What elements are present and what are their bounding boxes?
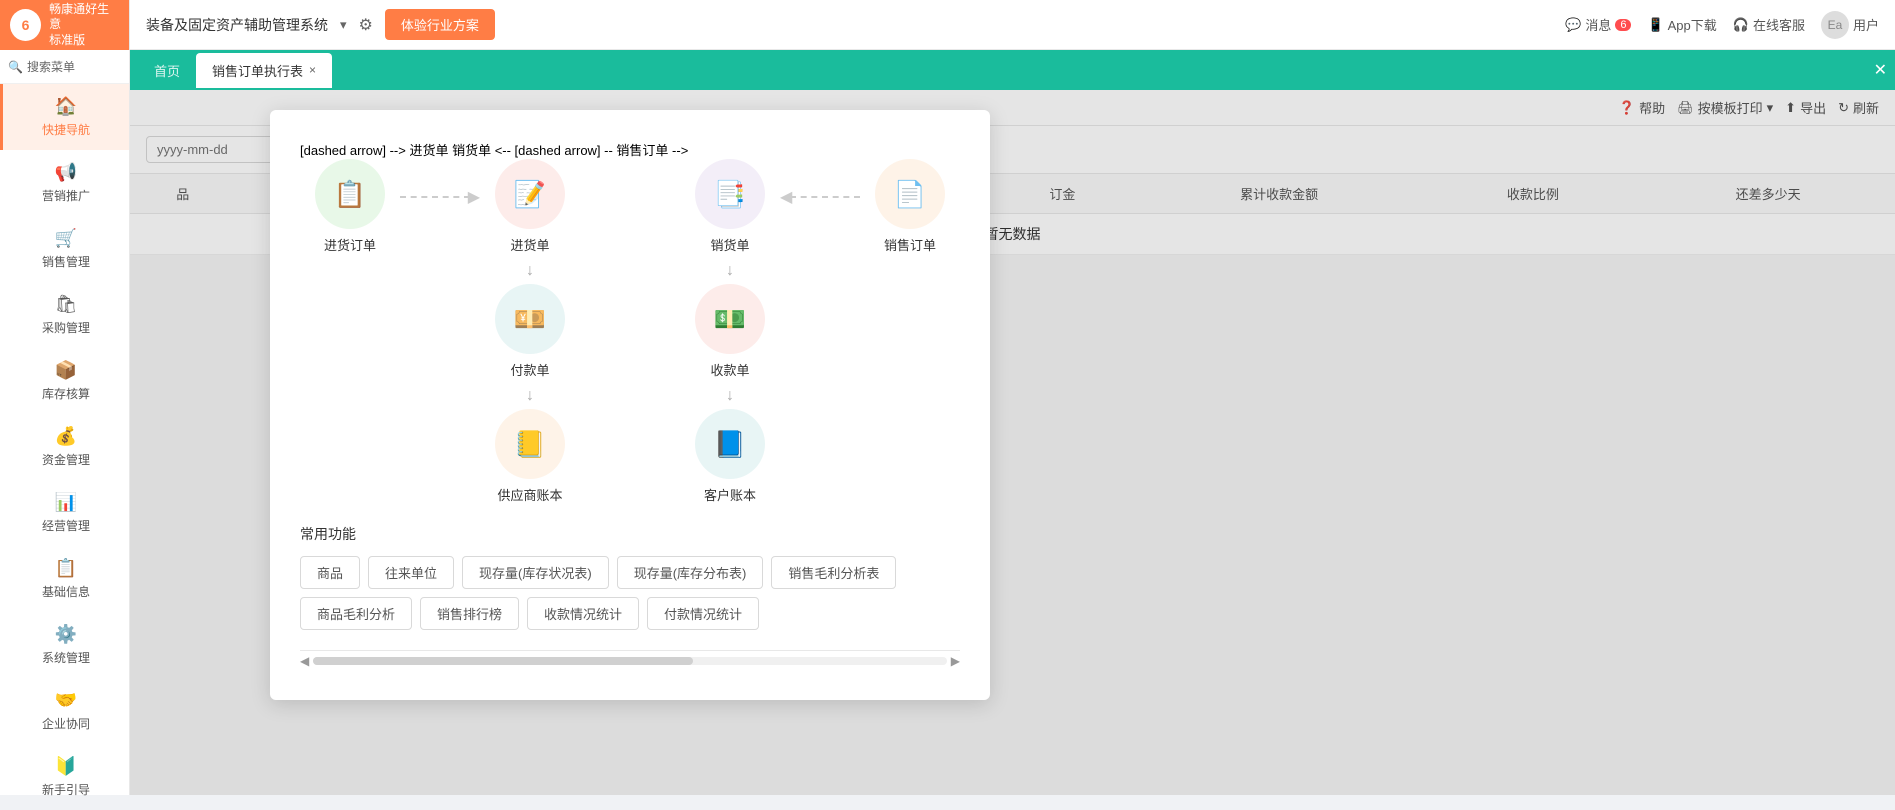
supplier-ledger-label: 供应商账本 xyxy=(497,485,562,504)
sidebar-item-operations[interactable]: 📊 经营管理 xyxy=(0,480,129,546)
flow-section: [dashed arrow] --> 进货单 销货单 <-- [dashed a… xyxy=(300,140,960,504)
payment-circle[interactable]: 💴 xyxy=(495,284,565,354)
sidebar: 6 畅康通好生意 标准版 🔍 搜索菜单 🏠 快捷导航 📢 营销推广 🛒 销售管理… xyxy=(0,0,130,795)
user-item[interactable]: Ea 用户 xyxy=(1821,11,1879,39)
enterprise-icon: 🤝 xyxy=(55,690,77,711)
inventory-icon: 📦 xyxy=(55,360,77,381)
flow-item-sales-order[interactable]: 📄 销售订单 xyxy=(860,159,960,254)
purchase-slip-circle[interactable]: 📝 xyxy=(495,159,565,229)
finance-icon: 💰 xyxy=(55,426,77,447)
purchase-order-label: 进货订单 xyxy=(324,235,376,254)
sale-slip-label: 销货单 xyxy=(710,235,749,254)
func-buttons: 商品 往来单位 现存量(库存状况表) 现存量(库存分布表) 销售毛利分析表 商品… xyxy=(300,556,960,630)
sidebar-item-guide[interactable]: 🔰 新手引导 xyxy=(0,744,129,810)
scroll-thumb xyxy=(313,657,693,665)
top-header: 装备及固定资产辅助管理系统 ▾ ⚙ 体验行业方案 💬 消息 6 📱 App下载 … xyxy=(130,0,1895,50)
tab-close-icon[interactable]: × xyxy=(309,63,316,77)
tab-bar: 首页 销售订单执行表 × ✕ xyxy=(130,50,1895,90)
sidebar-item-basic-info[interactable]: 📋 基础信息 xyxy=(0,546,129,612)
content-area: ❓ 帮助 🖨 按模板打印 ▾ ⬆ 导出 ↻ 刷新 xyxy=(130,90,1895,795)
operations-icon: 📊 xyxy=(55,492,77,513)
purchase-icon: 🛍 xyxy=(55,294,78,315)
sidebar-item-inventory[interactable]: 📦 库存核算 xyxy=(0,348,129,414)
message-icon: 💬 xyxy=(1565,17,1581,33)
message-item[interactable]: 💬 消息 6 xyxy=(1565,15,1631,34)
sidebar-item-finance[interactable]: 💰 资金管理 xyxy=(0,414,129,480)
flow-item-sale-slip[interactable]: 📑 销货单 xyxy=(680,159,780,254)
app-download-item[interactable]: 📱 App下载 xyxy=(1647,15,1716,34)
service-icon: 🎧 xyxy=(1733,17,1749,33)
scroll-right-arrow[interactable]: ▶ xyxy=(951,654,960,668)
logo-text: 畅康通好生意 标准版 xyxy=(49,2,119,49)
download-icon: 📱 xyxy=(1647,17,1663,33)
quick-nav-modal: [dashed arrow] --> 进货单 销货单 <-- [dashed a… xyxy=(270,110,990,700)
system-title: 装备及固定资产辅助管理系统 xyxy=(146,15,328,35)
tab-bar-close-icon[interactable]: ✕ xyxy=(1874,60,1887,80)
tab-sales-order[interactable]: 销售订单执行表 × xyxy=(196,53,332,88)
customer-ledger-label: 客户账本 xyxy=(704,485,756,504)
home-icon: 🏠 xyxy=(55,96,77,117)
func-btn-product-margin[interactable]: 商品毛利分析 xyxy=(300,597,412,630)
flow-item-purchase-slip[interactable]: 📝 进货单 xyxy=(480,159,580,254)
flow-item-supplier-ledger[interactable]: 📒 供应商账本 xyxy=(480,409,580,504)
customer-ledger-circle[interactable]: 📘 xyxy=(695,409,765,479)
func-btn-stock-dist[interactable]: 现存量(库存分布表) xyxy=(617,556,764,589)
flow-item-purchase-order[interactable]: 📋 进货订单 xyxy=(300,159,400,254)
sidebar-item-purchase[interactable]: 🛍 采购管理 xyxy=(0,282,129,348)
purchase-order-circle[interactable]: 📋 xyxy=(315,159,385,229)
sidebar-item-system[interactable]: ⚙️ 系统管理 xyxy=(0,612,129,678)
scroll-left-arrow[interactable]: ◀ xyxy=(300,654,309,668)
func-btn-sales-margin[interactable]: 销售毛利分析表 xyxy=(771,556,896,589)
receipt-circle[interactable]: 💵 xyxy=(695,284,765,354)
sales-order-label: 销售订单 xyxy=(884,235,936,254)
trial-button[interactable]: 体验行业方案 xyxy=(385,9,495,40)
header-right: 💬 消息 6 📱 App下载 🎧 在线客服 Ea 用户 xyxy=(1565,11,1879,39)
func-btn-stock-status[interactable]: 现存量(库存状况表) xyxy=(462,556,609,589)
marketing-icon: 📢 xyxy=(55,162,77,183)
avatar: Ea xyxy=(1821,11,1849,39)
system-icon: ⚙️ xyxy=(55,624,77,645)
payment-label: 付款单 xyxy=(510,360,549,379)
func-btn-payment-stats[interactable]: 付款情况统计 xyxy=(647,597,759,630)
dropdown-arrow[interactable]: ▾ xyxy=(340,17,347,33)
func-btn-product[interactable]: 商品 xyxy=(300,556,360,589)
basic-info-icon: 📋 xyxy=(55,558,77,579)
guide-icon: 🔰 xyxy=(55,756,77,777)
sale-slip-circle[interactable]: 📑 xyxy=(695,159,765,229)
sidebar-logo: 6 畅康通好生意 标准版 xyxy=(0,0,129,50)
func-btn-sales-rank[interactable]: 销售排行榜 xyxy=(420,597,519,630)
sidebar-item-enterprise[interactable]: 🤝 企业协同 xyxy=(0,678,129,744)
logo-icon: 6 xyxy=(10,9,41,41)
main-area: 装备及固定资产辅助管理系统 ▾ ⚙ 体验行业方案 💬 消息 6 📱 App下载 … xyxy=(130,0,1895,795)
receipt-label: 收款单 xyxy=(710,360,749,379)
online-service-item[interactable]: 🎧 在线客服 xyxy=(1733,15,1805,34)
func-btn-receipt-stats[interactable]: 收款情况统计 xyxy=(527,597,639,630)
sidebar-item-sales[interactable]: 🛒 销售管理 xyxy=(0,216,129,282)
scroll-track[interactable] xyxy=(313,657,947,665)
flow-item-receipt[interactable]: 💵 收款单 xyxy=(680,284,780,379)
modal-overlay: [dashed arrow] --> 进货单 销货单 <-- [dashed a… xyxy=(130,90,1895,795)
sidebar-item-quick-nav[interactable]: 🏠 快捷导航 xyxy=(0,84,129,150)
purchase-slip-label: 进货单 xyxy=(510,235,549,254)
sidebar-search[interactable]: 🔍 搜索菜单 xyxy=(0,50,129,84)
func-btn-partner[interactable]: 往来单位 xyxy=(368,556,454,589)
flow-item-payment[interactable]: 💴 付款单 xyxy=(480,284,580,379)
message-badge: 6 xyxy=(1615,19,1631,31)
settings-icon[interactable]: ⚙ xyxy=(359,15,373,35)
modal-scrollbar[interactable]: ◀ ▶ xyxy=(300,650,960,670)
sales-order-circle[interactable]: 📄 xyxy=(875,159,945,229)
flow-item-customer-ledger[interactable]: 📘 客户账本 xyxy=(680,409,780,504)
supplier-ledger-circle[interactable]: 📒 xyxy=(495,409,565,479)
common-functions-title: 常用功能 xyxy=(300,524,960,544)
tab-home[interactable]: 首页 xyxy=(138,53,196,88)
sales-icon: 🛒 xyxy=(55,228,77,249)
sidebar-item-marketing[interactable]: 📢 营销推广 xyxy=(0,150,129,216)
search-icon: 🔍 xyxy=(8,60,23,74)
